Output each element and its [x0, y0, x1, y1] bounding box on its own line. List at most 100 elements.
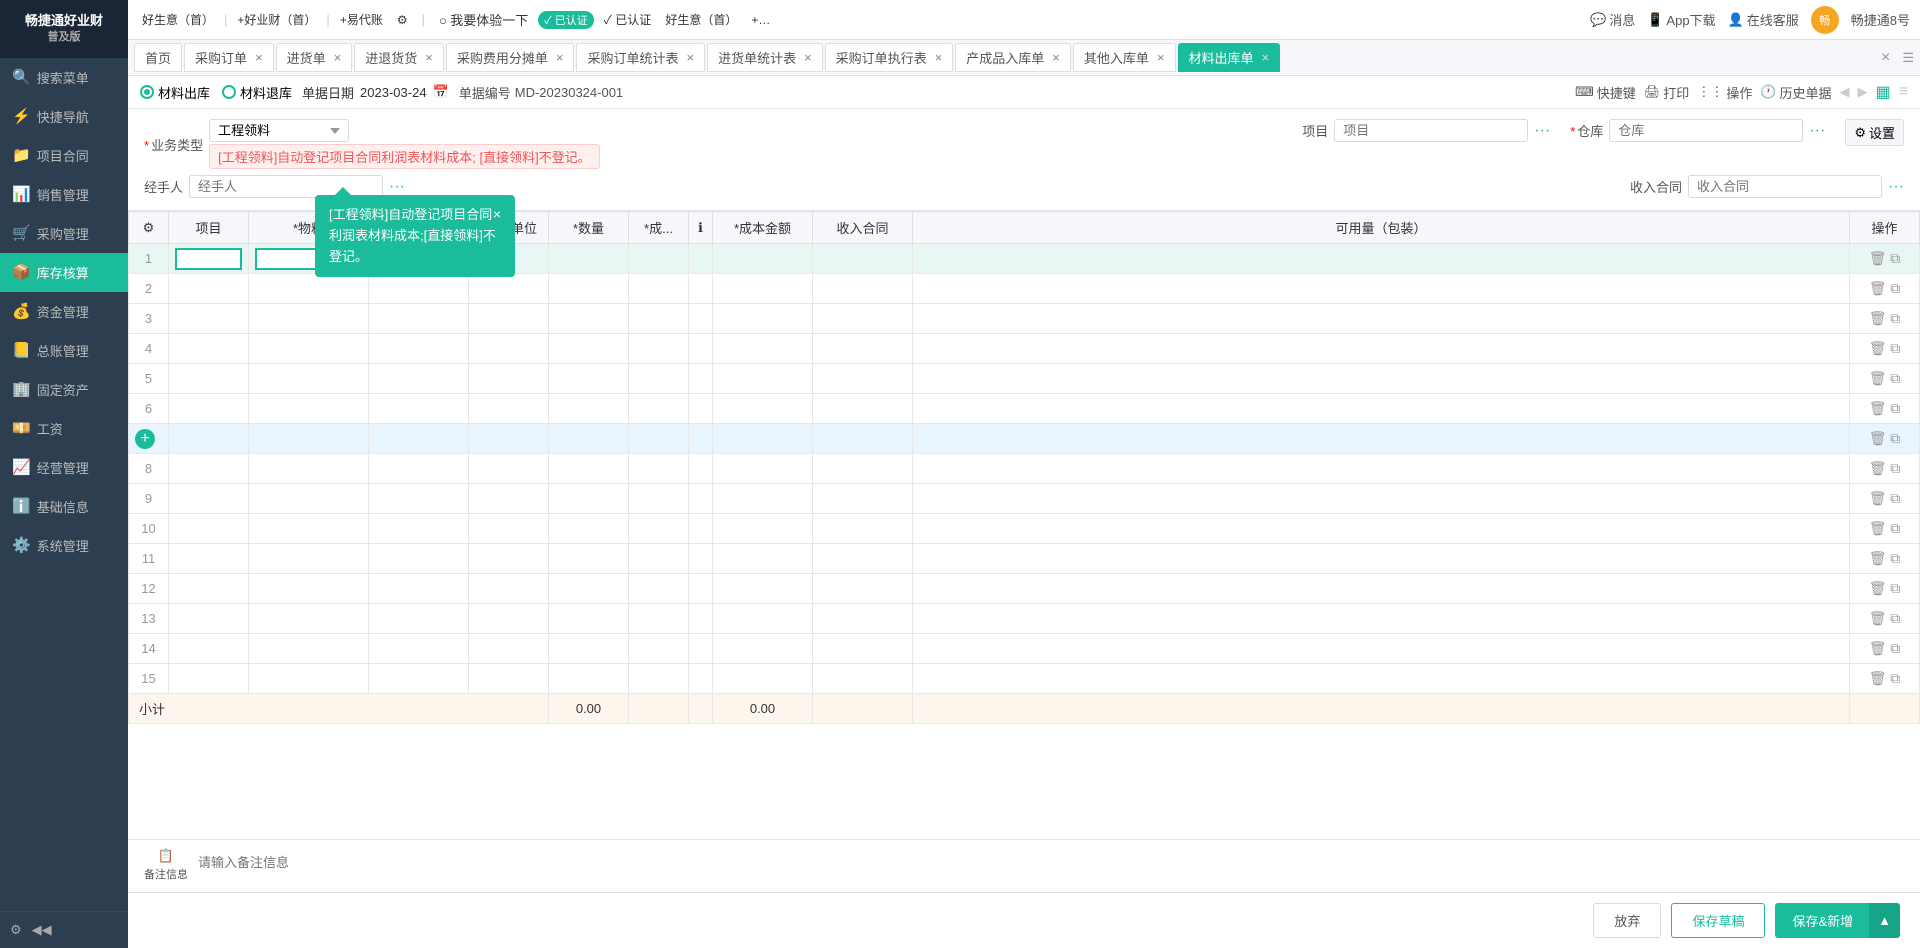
cell-cost-amount[interactable] — [713, 454, 813, 484]
cell-unit[interactable] — [469, 574, 549, 604]
cell-quantity[interactable] — [549, 664, 629, 694]
cell-project[interactable] — [169, 634, 249, 664]
tab-home[interactable]: 首页 — [134, 43, 182, 72]
cell-unit[interactable] — [469, 664, 549, 694]
cell-contract[interactable] — [813, 334, 913, 364]
cell-empty5[interactable] — [549, 424, 629, 454]
cell-cost-price[interactable] — [629, 244, 689, 274]
cell-cost-price[interactable] — [629, 604, 689, 634]
cell-cost-price[interactable] — [629, 334, 689, 364]
tab-close-icon[interactable]: × — [804, 50, 812, 65]
cell-material[interactable] — [249, 274, 369, 304]
cell-spec[interactable] — [369, 394, 469, 424]
add-row-button[interactable]: + — [135, 429, 155, 449]
sidebar-item-quick-nav[interactable]: ⚡ 快捷导航 — [0, 97, 128, 136]
save-new-button[interactable]: 保存&新增 — [1775, 903, 1869, 938]
tab-list-icon[interactable]: ☰ — [1902, 50, 1914, 66]
cell-contract[interactable] — [813, 514, 913, 544]
warehouse-input[interactable] — [1609, 119, 1803, 142]
cell-input[interactable] — [175, 248, 242, 270]
cell-contract[interactable] — [813, 484, 913, 514]
tooltip-close[interactable]: × — [493, 211, 501, 225]
date-value[interactable]: 2023-03-24 — [360, 85, 427, 100]
cell-available[interactable] — [913, 334, 1850, 364]
cell-project[interactable] — [169, 514, 249, 544]
delete-row-button[interactable]: 🗑 — [1869, 670, 1887, 687]
cell-available[interactable] — [913, 604, 1850, 634]
cell-project[interactable] — [169, 604, 249, 634]
tab-close-icon[interactable]: × — [1157, 50, 1165, 65]
cell-contract[interactable] — [813, 394, 913, 424]
topbar-haoshengyi2[interactable]: ✓ 已认证 — [600, 9, 656, 30]
tab-close-icon[interactable]: × — [334, 50, 342, 65]
copy-row-button[interactable]: ⧉ — [1890, 250, 1900, 267]
tab-material-out[interactable]: 材料出库单 × — [1178, 43, 1281, 72]
tab-other-stock[interactable]: 其他入库单 × — [1073, 43, 1176, 72]
sidebar-item-fund[interactable]: 💰 资金管理 — [0, 292, 128, 331]
tab-return[interactable]: 进退货货 × — [354, 43, 444, 72]
copy-row-button[interactable]: ⧉ — [1890, 550, 1900, 567]
sidebar-item-system[interactable]: ⚙️ 系统管理 — [0, 526, 128, 565]
tab-close-icon[interactable]: × — [1262, 50, 1270, 65]
cell-contract[interactable] — [813, 544, 913, 574]
copy-row-button[interactable]: ⧉ — [1890, 430, 1900, 447]
cell-available[interactable] — [913, 634, 1850, 664]
cell-empty10[interactable] — [913, 424, 1850, 454]
tab-purchase-order[interactable]: 采购订单 × — [184, 43, 274, 72]
cell-cost-amount[interactable] — [713, 634, 813, 664]
cell-cost-amount[interactable] — [713, 484, 813, 514]
sidebar-item-basic-info[interactable]: ℹ️ 基础信息 — [0, 487, 128, 526]
project-input[interactable] — [1334, 119, 1528, 142]
notes-textarea[interactable] — [198, 848, 1904, 884]
cell-cost-amount[interactable] — [713, 364, 813, 394]
delete-row-button[interactable]: 🗑 — [1869, 640, 1887, 657]
cell-unit[interactable] — [469, 304, 549, 334]
topbar-haoshengyi1[interactable]: 好生意（首） — [138, 9, 218, 30]
cell-quantity[interactable] — [549, 304, 629, 334]
copy-row-button[interactable]: ⧉ — [1890, 580, 1900, 597]
col-settings[interactable]: ⚙ — [129, 212, 169, 244]
copy-row-button[interactable]: ⧉ — [1890, 520, 1900, 537]
cell-material[interactable] — [249, 304, 369, 334]
cell-spec[interactable] — [369, 574, 469, 604]
cell-project[interactable] — [169, 304, 249, 334]
topbar-message[interactable]: 💬 消息 — [1590, 10, 1635, 29]
topbar-app-download[interactable]: 📱 App下载 — [1647, 10, 1715, 29]
cell-material[interactable] — [249, 634, 369, 664]
close-all-tabs[interactable]: × — [1875, 49, 1896, 67]
copy-row-button[interactable]: ⧉ — [1890, 340, 1900, 357]
copy-row-button[interactable]: ⧉ — [1890, 610, 1900, 627]
tab-product-stock[interactable]: 产成品入库单 × — [955, 43, 1071, 72]
delete-row-button[interactable]: 🗑 — [1869, 310, 1887, 327]
user-name[interactable]: 畅捷通8号 — [1851, 10, 1910, 29]
cell-material[interactable] — [249, 574, 369, 604]
cell-unit[interactable] — [469, 484, 549, 514]
cell-cost-amount[interactable] — [713, 514, 813, 544]
sidebar-item-business[interactable]: 📈 经营管理 — [0, 448, 128, 487]
cell-unit[interactable] — [469, 634, 549, 664]
topbar-online-service[interactable]: 👤 在线客服 — [1728, 10, 1799, 29]
cell-cost-amount[interactable] — [713, 304, 813, 334]
cell-quantity[interactable] — [549, 544, 629, 574]
cell-available[interactable] — [913, 364, 1850, 394]
income-contract-input[interactable] — [1688, 175, 1882, 198]
topbar-haoyecai1[interactable]: +好业财（首） — [233, 9, 320, 30]
cell-unit[interactable] — [469, 364, 549, 394]
history-button[interactable]: 🕐 历史单据 — [1760, 83, 1831, 102]
view-toggle-grid[interactable]: ▦ — [1876, 82, 1891, 102]
cell-cost-price[interactable] — [629, 364, 689, 394]
delete-row-button[interactable]: 🗑 — [1869, 550, 1887, 567]
shortcut-button[interactable]: ⌨ 快捷键 — [1575, 83, 1636, 102]
cell-empty2[interactable] — [249, 424, 369, 454]
delete-row-button[interactable]: 🗑 — [1869, 610, 1887, 627]
cell-available[interactable] — [913, 274, 1850, 304]
cell-quantity[interactable] — [549, 484, 629, 514]
delete-row-button[interactable]: 🗑 — [1869, 490, 1887, 507]
cell-quantity[interactable] — [549, 244, 629, 274]
cell-material[interactable] — [249, 484, 369, 514]
cell-material[interactable] — [249, 334, 369, 364]
cell-available[interactable] — [913, 544, 1850, 574]
cell-project[interactable] — [169, 364, 249, 394]
cell-material[interactable] — [249, 604, 369, 634]
save-draft-button[interactable]: 保存草稿 — [1671, 903, 1765, 938]
